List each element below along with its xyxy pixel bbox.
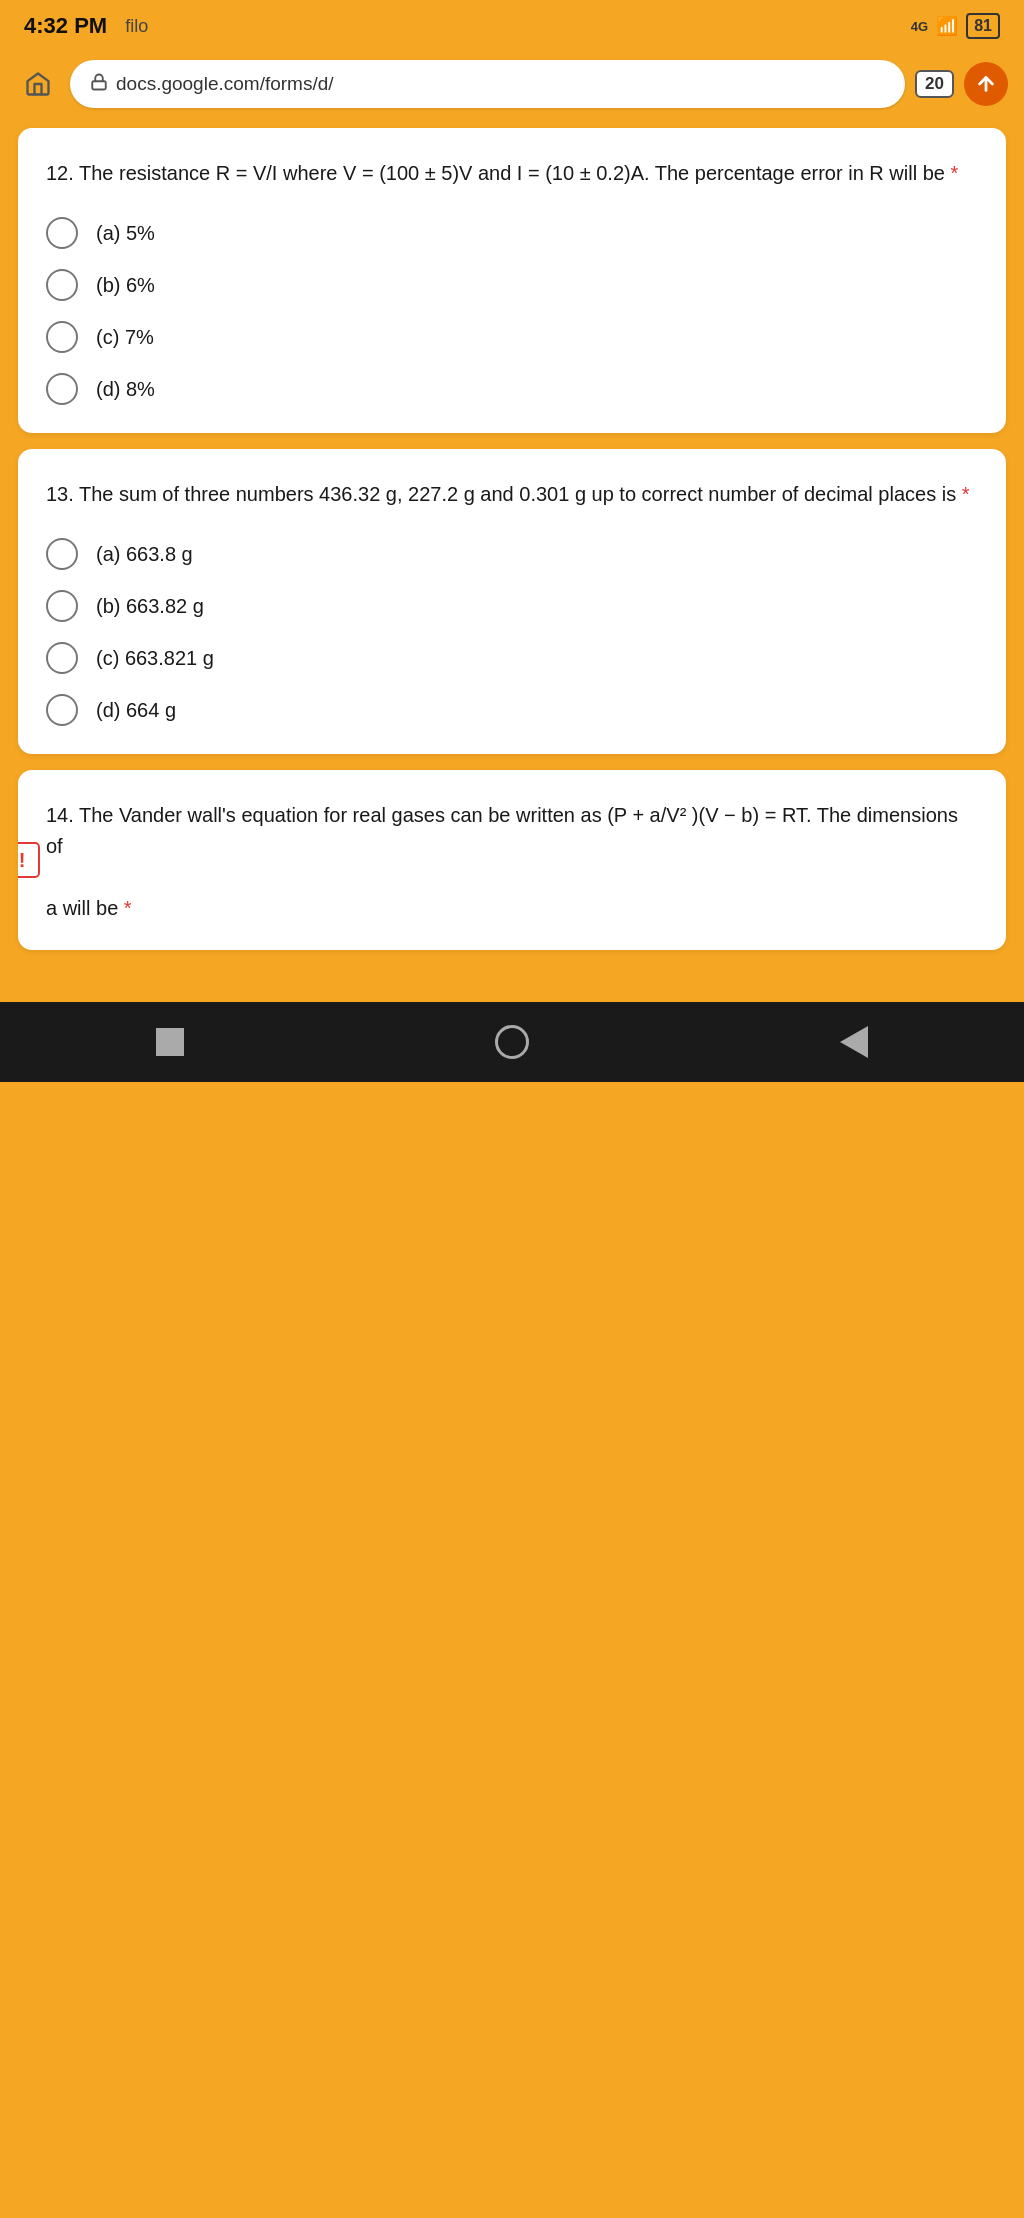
- battery-indicator: 81: [966, 13, 1000, 39]
- status-left: 4:32 PM filo: [24, 13, 148, 39]
- option-12d[interactable]: (d) 8%: [46, 373, 978, 405]
- option-13a[interactable]: (a) 663.8 g: [46, 538, 978, 570]
- question-14-text: 14. The Vander wall's equation for real …: [46, 800, 978, 924]
- home-button[interactable]: [16, 62, 60, 106]
- radio-13a[interactable]: [46, 538, 78, 570]
- url-bar[interactable]: docs.google.com/forms/d/: [70, 60, 905, 108]
- back-icon: [840, 1026, 868, 1058]
- url-text: docs.google.com/forms/d/: [116, 73, 334, 95]
- question-12-text: 12. The resistance R = V/I where V = (10…: [46, 158, 978, 189]
- question-13-card: 13. The sum of three numbers 436.32 g, 2…: [18, 449, 1006, 754]
- option-12b[interactable]: (b) 6%: [46, 269, 978, 301]
- home-icon: [495, 1025, 529, 1059]
- option-12d-label: (d) 8%: [96, 378, 155, 401]
- status-bar: 4:32 PM filo 4G 📶 81: [0, 0, 1024, 52]
- browser-bar: docs.google.com/forms/d/ 20: [0, 52, 1024, 116]
- option-12c-label: (c) 7%: [96, 326, 154, 349]
- status-app: filo: [125, 16, 148, 37]
- question-13-number: 13. The sum of three numbers 436.32 g, 2…: [46, 483, 962, 505]
- warning-icon: !: [18, 842, 40, 878]
- lock-icon: [90, 73, 108, 96]
- nav-back-button[interactable]: [840, 1026, 868, 1058]
- question-13-required: *: [962, 483, 970, 505]
- nav-recent-button[interactable]: [156, 1028, 184, 1056]
- option-13d-label: (d) 664 g: [96, 699, 176, 722]
- status-time: 4:32 PM: [24, 13, 107, 39]
- question-13-options: (a) 663.8 g (b) 663.82 g (c) 663.821 g (…: [46, 538, 978, 726]
- option-13a-label: (a) 663.8 g: [96, 543, 193, 566]
- option-13c-label: (c) 663.821 g: [96, 647, 214, 670]
- question-12-required: *: [950, 162, 958, 184]
- radio-13d[interactable]: [46, 694, 78, 726]
- question-12-number: 12. The resistance R = V/I where V = (10…: [46, 162, 950, 184]
- question-12-options: (a) 5% (b) 6% (c) 7% (d) 8%: [46, 217, 978, 405]
- option-13b[interactable]: (b) 663.82 g: [46, 590, 978, 622]
- question-14-card: ! 14. The Vander wall's equation for rea…: [18, 770, 1006, 950]
- radio-13c[interactable]: [46, 642, 78, 674]
- option-13b-label: (b) 663.82 g: [96, 595, 204, 618]
- radio-12a[interactable]: [46, 217, 78, 249]
- lte-indicator: 4G: [911, 19, 928, 34]
- content-area: 12. The resistance R = V/I where V = (10…: [0, 116, 1024, 962]
- radio-13b[interactable]: [46, 590, 78, 622]
- option-12a-label: (a) 5%: [96, 222, 155, 245]
- upload-button[interactable]: [964, 62, 1008, 106]
- recent-icon: [156, 1028, 184, 1056]
- option-13d[interactable]: (d) 664 g: [46, 694, 978, 726]
- option-13c[interactable]: (c) 663.821 g: [46, 642, 978, 674]
- question-13-text: 13. The sum of three numbers 436.32 g, 2…: [46, 479, 978, 510]
- nav-home-button[interactable]: [495, 1025, 529, 1059]
- question-14-partial-label: a will be: [46, 897, 124, 919]
- radio-12b[interactable]: [46, 269, 78, 301]
- radio-12c[interactable]: [46, 321, 78, 353]
- status-right: 4G 📶 81: [911, 13, 1000, 39]
- question-14-required: *: [124, 897, 132, 919]
- signal-icon: 📶: [936, 15, 958, 37]
- tab-count[interactable]: 20: [915, 70, 954, 98]
- question-12-card: 12. The resistance R = V/I where V = (10…: [18, 128, 1006, 433]
- option-12b-label: (b) 6%: [96, 274, 155, 297]
- svg-rect-0: [92, 81, 106, 89]
- option-12a[interactable]: (a) 5%: [46, 217, 978, 249]
- radio-12d[interactable]: [46, 373, 78, 405]
- bottom-nav: [0, 1002, 1024, 1082]
- option-12c[interactable]: (c) 7%: [46, 321, 978, 353]
